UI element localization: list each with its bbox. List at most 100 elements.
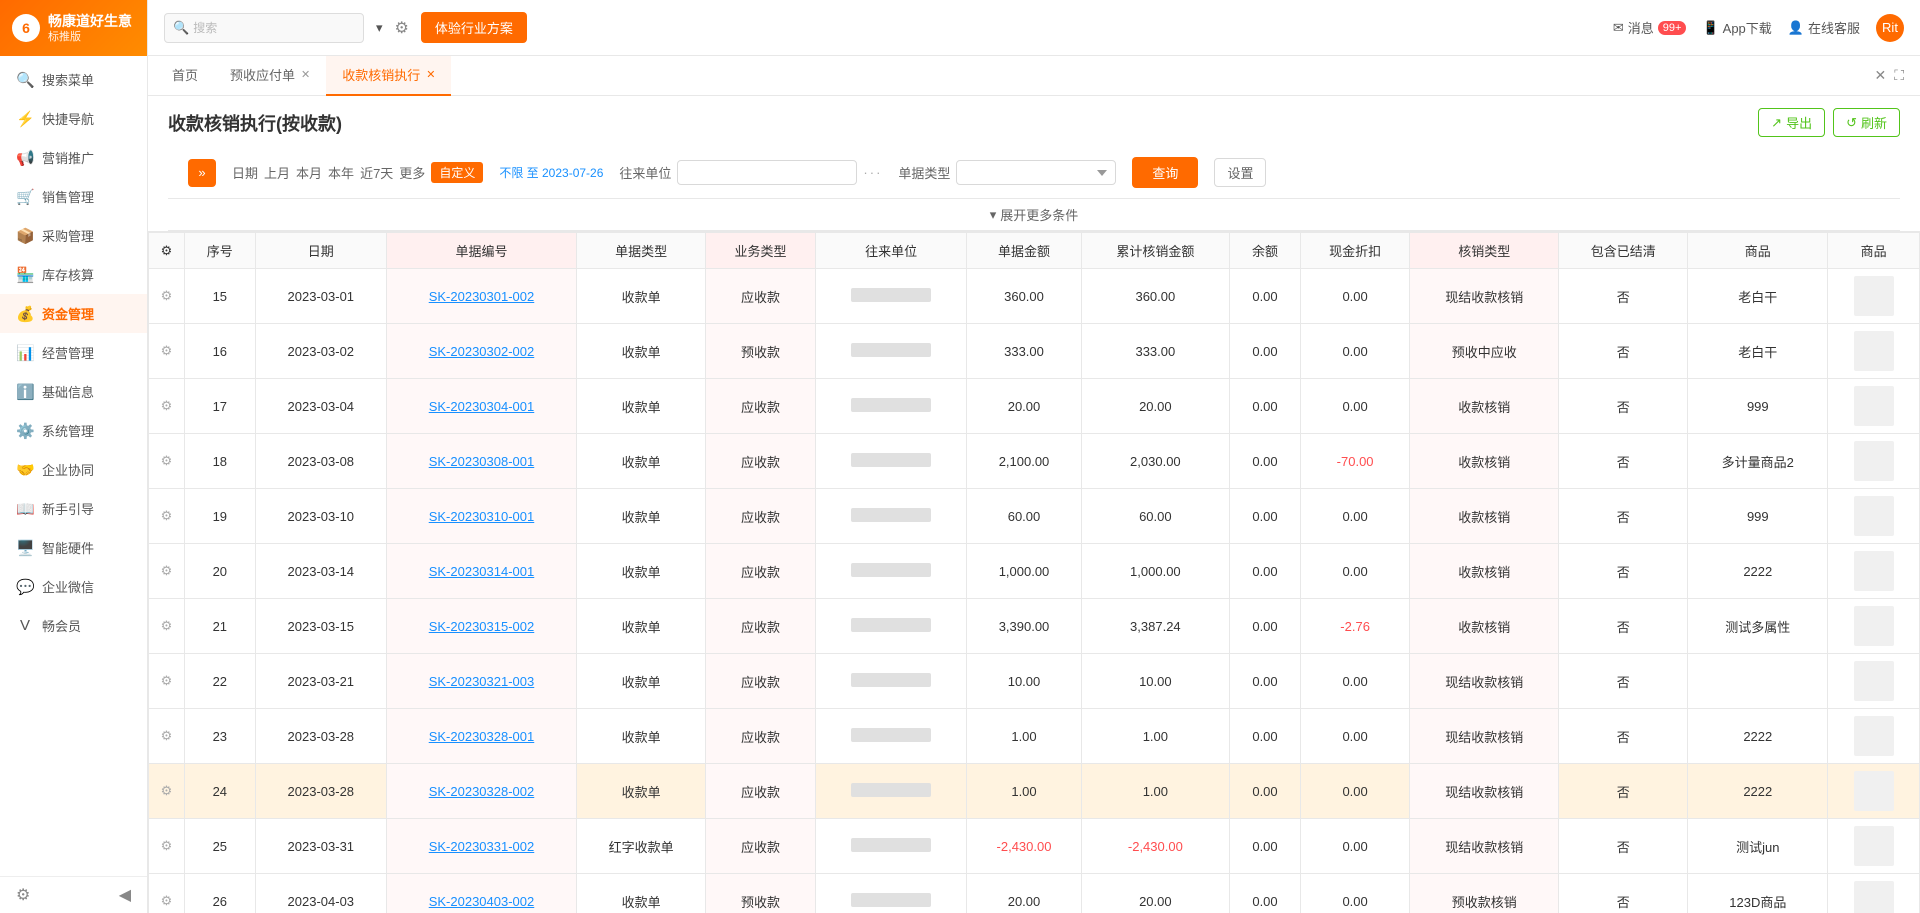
topbar-search[interactable]: 🔍 搜索 bbox=[164, 13, 364, 43]
date-more[interactable]: 更多 bbox=[399, 163, 425, 182]
sidebar-item-sales[interactable]: 🛒销售管理 bbox=[0, 177, 147, 216]
cell-discount-5: 0.00 bbox=[1300, 544, 1410, 599]
cell-gear-3[interactable]: ⚙ bbox=[149, 434, 185, 489]
settings-icon[interactable]: ⚙ bbox=[16, 885, 30, 905]
cell-gear-4[interactable]: ⚙ bbox=[149, 489, 185, 544]
cell-doc-no-0: SK-20230301-002 bbox=[386, 269, 576, 324]
tab-prepay[interactable]: 预收应付单 ✕ bbox=[214, 56, 326, 96]
cell-gear-7[interactable]: ⚙ bbox=[149, 654, 185, 709]
tab-prepay-close-icon[interactable]: ✕ bbox=[301, 68, 310, 81]
sidebar-item-system[interactable]: ⚙️系统管理 bbox=[0, 411, 147, 450]
cell-gear-11[interactable]: ⚙ bbox=[149, 874, 185, 913]
window-expand-icon[interactable]: ⛶ bbox=[1894, 67, 1904, 84]
cell-gear-6[interactable]: ⚙ bbox=[149, 599, 185, 654]
doc-no-link-1[interactable]: SK-20230302-002 bbox=[429, 344, 535, 359]
col-header-discount: 现金折扣 bbox=[1300, 233, 1410, 269]
topbar-gear-icon[interactable]: ⚙ bbox=[395, 18, 409, 38]
cell-date-3: 2023-03-08 bbox=[255, 434, 386, 489]
cell-write-off-type-2: 收款核销 bbox=[1410, 379, 1559, 434]
app-download-button[interactable]: 📱 App下载 bbox=[1702, 18, 1771, 37]
search-icon: 🔍 bbox=[16, 71, 34, 89]
sidebar-item-finance[interactable]: 💰资金管理 bbox=[0, 294, 147, 333]
chevron-down-icon: ▾ bbox=[376, 20, 383, 36]
cell-biz-type-4: 应收款 bbox=[706, 489, 816, 544]
cell-write-off-7: 10.00 bbox=[1081, 654, 1230, 709]
guide-icon: 📖 bbox=[16, 500, 34, 518]
doc-no-link-5[interactable]: SK-20230314-001 bbox=[429, 564, 535, 579]
collapse-icon[interactable]: ◀ bbox=[119, 885, 131, 905]
unit-dots[interactable]: ··· bbox=[863, 165, 882, 180]
doc-no-link-9[interactable]: SK-20230328-002 bbox=[429, 784, 535, 799]
sidebar-item-operation[interactable]: 📊经营管理 bbox=[0, 333, 147, 372]
sidebar-item-guide[interactable]: 📖新手引导 bbox=[0, 489, 147, 528]
refresh-icon: ↺ bbox=[1846, 115, 1857, 131]
table-row: ⚙ 23 2023-03-28 SK-20230328-001 收款单 应收款 … bbox=[149, 709, 1920, 764]
sidebar-item-inventory[interactable]: 🏪库存核算 bbox=[0, 255, 147, 294]
tab-receipt[interactable]: 收款核销执行 ✕ bbox=[326, 56, 451, 96]
refresh-button[interactable]: ↺ 刷新 bbox=[1833, 108, 1900, 137]
sidebar-item-marketing[interactable]: 📢营销推广 bbox=[0, 138, 147, 177]
topbar-dropdown[interactable]: ▾ bbox=[376, 20, 383, 36]
doc-no-link-7[interactable]: SK-20230321-003 bbox=[429, 674, 535, 689]
settings-button[interactable]: 设置 bbox=[1214, 158, 1266, 187]
cell-gear-5[interactable]: ⚙ bbox=[149, 544, 185, 599]
sidebar-item-member[interactable]: V畅会员 bbox=[0, 606, 147, 645]
window-close-icon[interactable]: ✕ bbox=[1874, 67, 1886, 84]
doc-no-link-11[interactable]: SK-20230403-002 bbox=[429, 894, 535, 909]
solution-button[interactable]: 体验行业方案 bbox=[421, 12, 527, 43]
date-7days[interactable]: 近7天 bbox=[360, 163, 393, 182]
cell-gear-10[interactable]: ⚙ bbox=[149, 819, 185, 874]
export-button[interactable]: ↗ 导出 bbox=[1758, 108, 1825, 137]
message-button[interactable]: ✉ 消息 99+ bbox=[1613, 18, 1687, 37]
doc-no-link-6[interactable]: SK-20230315-002 bbox=[429, 619, 535, 634]
doc-no-link-0[interactable]: SK-20230301-002 bbox=[429, 289, 535, 304]
cell-biz-type-5: 应收款 bbox=[706, 544, 816, 599]
cell-discount-4: 0.00 bbox=[1300, 489, 1410, 544]
cell-doc-type-2: 收款单 bbox=[577, 379, 706, 434]
sidebar-item-wechat[interactable]: 💬企业微信 bbox=[0, 567, 147, 606]
cell-gear-0[interactable]: ⚙ bbox=[149, 269, 185, 324]
gear-header-icon[interactable]: ⚙ bbox=[161, 243, 173, 258]
custom-date-button[interactable]: 自定义 bbox=[431, 162, 483, 183]
tab-home[interactable]: 首页 bbox=[156, 56, 214, 96]
cell-discount-0: 0.00 bbox=[1300, 269, 1410, 324]
cell-discount-11: 0.00 bbox=[1300, 874, 1410, 913]
unit-input[interactable] bbox=[677, 160, 857, 185]
cell-no-5: 20 bbox=[185, 544, 256, 599]
filter-toggle-button[interactable]: » bbox=[188, 159, 216, 187]
sidebar-item-basic[interactable]: ℹ️基础信息 bbox=[0, 372, 147, 411]
date-last-month[interactable]: 上月 bbox=[264, 163, 290, 182]
doc-no-link-2[interactable]: SK-20230304-001 bbox=[429, 399, 535, 414]
date-this-year[interactable]: 本年 bbox=[328, 163, 354, 182]
cell-write-off-6: 3,387.24 bbox=[1081, 599, 1230, 654]
sidebar-item-enterprise[interactable]: 🤝企业协同 bbox=[0, 450, 147, 489]
cell-gear-8[interactable]: ⚙ bbox=[149, 709, 185, 764]
logo-text: 畅康道好生意 标推版 bbox=[48, 12, 132, 44]
online-service-button[interactable]: 👤 在线客服 bbox=[1788, 18, 1860, 37]
expand-icon: ▾ bbox=[990, 207, 997, 223]
tab-receipt-close-icon[interactable]: ✕ bbox=[426, 68, 435, 81]
sidebar-item-purchase[interactable]: 📦采购管理 bbox=[0, 216, 147, 255]
cell-include-settled-1: 否 bbox=[1559, 324, 1688, 379]
user-avatar[interactable]: Rit bbox=[1876, 14, 1904, 42]
sidebar-item-hardware[interactable]: 🖥️智能硬件 bbox=[0, 528, 147, 567]
doc-no-link-3[interactable]: SK-20230308-001 bbox=[429, 454, 535, 469]
cell-gear-1[interactable]: ⚙ bbox=[149, 324, 185, 379]
doc-no-link-8[interactable]: SK-20230328-001 bbox=[429, 729, 535, 744]
query-button[interactable]: 查询 bbox=[1132, 157, 1198, 188]
expand-button[interactable]: ▾ 展开更多条件 bbox=[990, 205, 1079, 224]
cell-write-off-4: 60.00 bbox=[1081, 489, 1230, 544]
doc-no-link-4[interactable]: SK-20230310-001 bbox=[429, 509, 535, 524]
sidebar-nav: 🔍搜索菜单⚡快捷导航📢营销推广🛒销售管理📦采购管理🏪库存核算💰资金管理📊经营管理… bbox=[0, 56, 147, 876]
cell-date-2: 2023-03-04 bbox=[255, 379, 386, 434]
page-title: 收款核销执行(按收款) bbox=[168, 110, 342, 136]
col-header-partner: 往来单位 bbox=[815, 233, 967, 269]
receipt-type-select[interactable] bbox=[956, 160, 1116, 185]
cell-gear-9[interactable]: ⚙ bbox=[149, 764, 185, 819]
doc-no-link-10[interactable]: SK-20230331-002 bbox=[429, 839, 535, 854]
sidebar-item-search[interactable]: 🔍搜索菜单 bbox=[0, 60, 147, 99]
sidebar-item-quick[interactable]: ⚡快捷导航 bbox=[0, 99, 147, 138]
cell-partner-1 bbox=[815, 324, 967, 379]
cell-gear-2[interactable]: ⚙ bbox=[149, 379, 185, 434]
date-this-month[interactable]: 本月 bbox=[296, 163, 322, 182]
